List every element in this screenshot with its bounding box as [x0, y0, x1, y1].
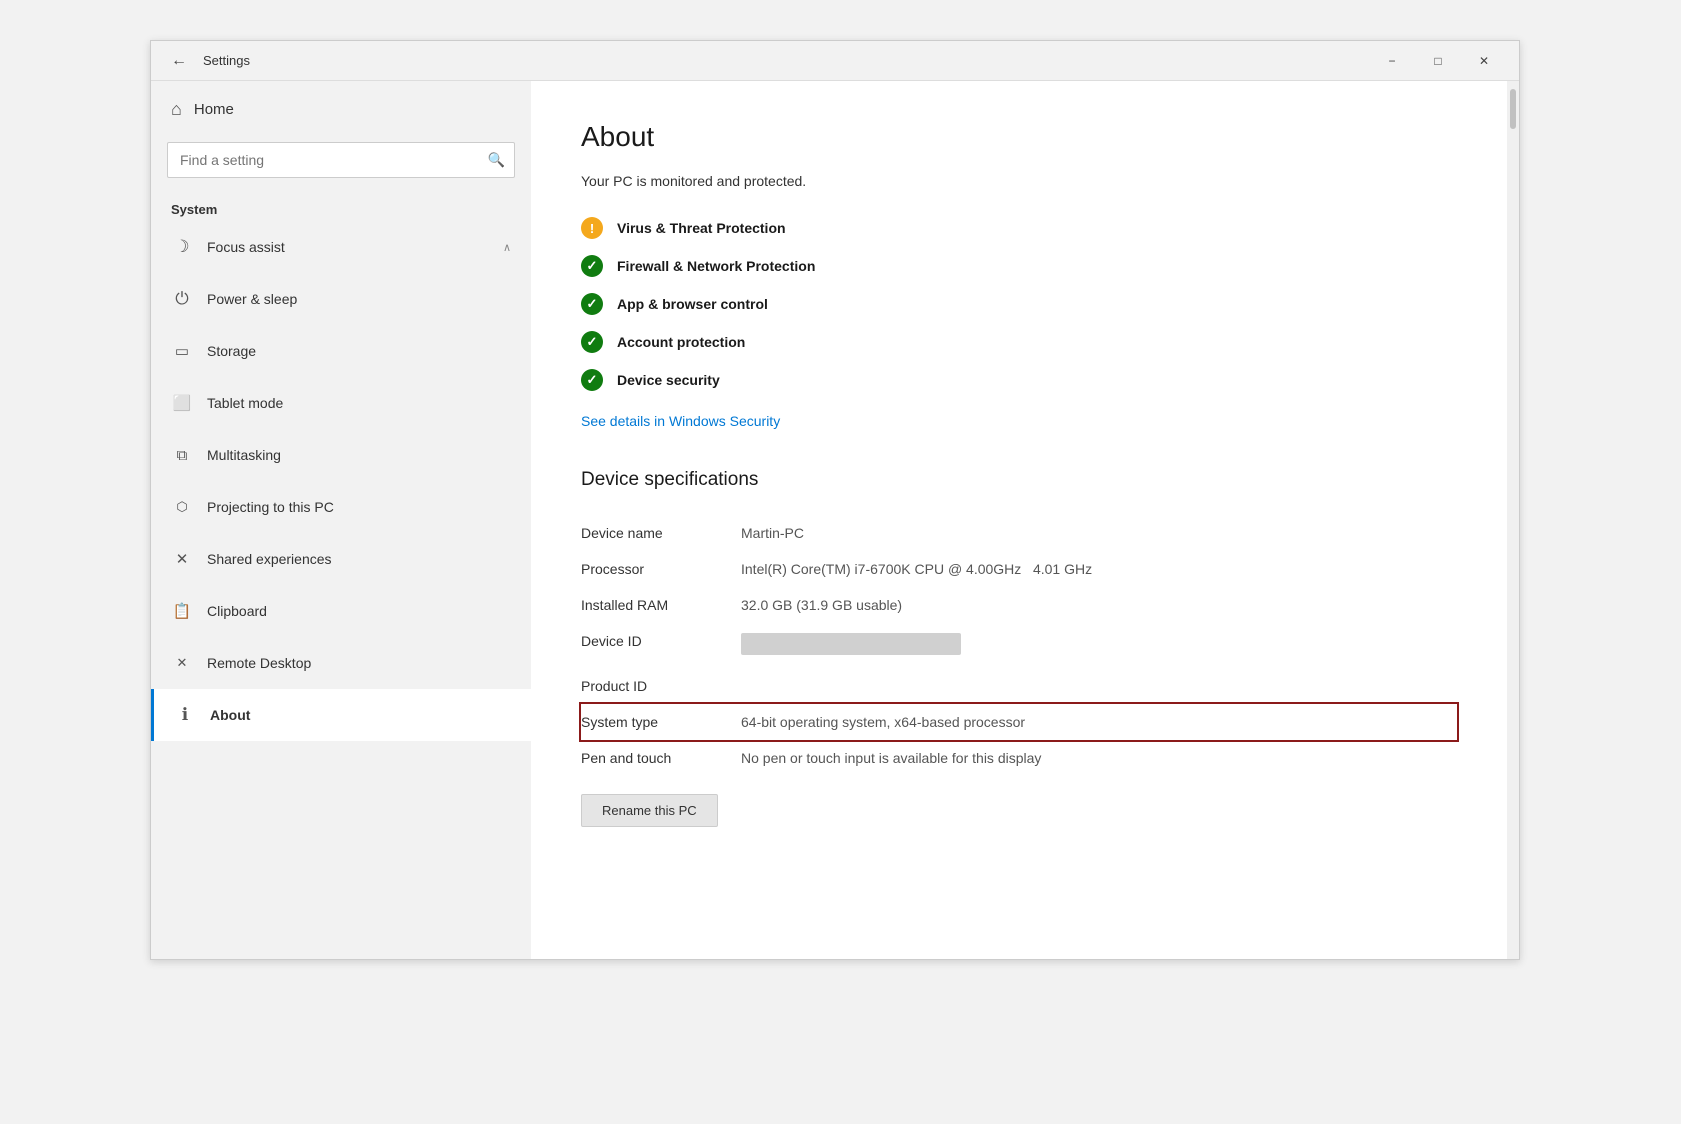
power-sleep-label: Power & sleep — [207, 291, 511, 307]
spec-row-device-name: Device name Martin-PC — [581, 515, 1457, 551]
sidebar-item-remote-desktop[interactable]: ✕ Remote Desktop — [151, 637, 531, 689]
projecting-icon: ⬡ — [171, 499, 193, 515]
search-box: 🔍 — [167, 142, 515, 178]
close-button[interactable]: ✕ — [1461, 45, 1507, 77]
spec-label-ram: Installed RAM — [581, 587, 741, 623]
clipboard-label: Clipboard — [207, 603, 511, 619]
ok-icon-firewall: ✓ — [581, 255, 603, 277]
sidebar-item-storage[interactable]: ▭ Storage — [151, 325, 531, 377]
storage-icon: ▭ — [171, 342, 193, 360]
window-controls: − □ ✕ — [1369, 45, 1507, 77]
sidebar-item-multitasking[interactable]: ⧉ Multitasking — [151, 429, 531, 481]
main-content: About Your PC is monitored and protected… — [531, 81, 1507, 959]
shared-experiences-icon: ✕ — [171, 550, 193, 568]
protection-item-virus: ! Virus & Threat Protection — [581, 209, 1457, 247]
spec-label-device-id: Device ID — [581, 623, 741, 668]
spec-label-pen-touch: Pen and touch — [581, 740, 741, 776]
focus-assist-icon: ☽ — [171, 237, 193, 257]
tablet-mode-icon: ⬜ — [171, 394, 193, 412]
spec-label-system-type: System type — [581, 704, 741, 740]
spec-value-processor: Intel(R) Core(TM) i7-6700K CPU @ 4.00GHz… — [741, 551, 1457, 587]
projecting-label: Projecting to this PC — [207, 499, 511, 515]
spec-row-device-id: Device ID — [581, 623, 1457, 668]
spec-label-device-name: Device name — [581, 515, 741, 551]
remote-desktop-label: Remote Desktop — [207, 655, 511, 671]
system-section-label: System — [151, 194, 531, 221]
spec-value-system-type: 64-bit operating system, x64-based proce… — [741, 704, 1457, 740]
device-security-label: Device security — [617, 372, 720, 388]
ok-icon-device: ✓ — [581, 369, 603, 391]
spec-label-processor: Processor — [581, 551, 741, 587]
page-title: About — [581, 121, 1457, 153]
window-title: Settings — [203, 53, 1369, 68]
minimize-button[interactable]: − — [1369, 45, 1415, 77]
titlebar: ← Settings − □ ✕ — [151, 41, 1519, 81]
subtitle: Your PC is monitored and protected. — [581, 173, 1457, 189]
sidebar-item-power-sleep[interactable]: ⏻ Power & sleep — [151, 273, 531, 325]
home-label: Home — [194, 101, 234, 118]
spec-row-product-id: Product ID — [581, 668, 1457, 704]
search-input[interactable] — [167, 142, 515, 178]
multitasking-icon: ⧉ — [171, 447, 193, 464]
remote-desktop-icon: ✕ — [171, 655, 193, 671]
spec-value-device-name: Martin-PC — [741, 515, 1457, 551]
shared-experiences-label: Shared experiences — [207, 551, 511, 567]
about-label: About — [210, 707, 511, 723]
warn-icon: ! — [581, 217, 603, 239]
content-area: ⌂ Home 🔍 System ☽ Focus assist ∧ ⏻ Power… — [151, 81, 1519, 959]
scrollbar-thumb[interactable] — [1510, 89, 1516, 129]
protection-item-app-browser: ✓ App & browser control — [581, 285, 1457, 323]
sidebar-item-focus-assist[interactable]: ☽ Focus assist ∧ — [151, 221, 531, 273]
account-protection-label: Account protection — [617, 334, 745, 350]
spec-label-product-id: Product ID — [581, 668, 741, 704]
spec-row-processor: Processor Intel(R) Core(TM) i7-6700K CPU… — [581, 551, 1457, 587]
app-browser-label: App & browser control — [617, 296, 768, 312]
rename-button[interactable]: Rename this PC — [581, 794, 718, 827]
multitasking-label: Multitasking — [207, 447, 511, 463]
redacted-device-id — [741, 633, 961, 655]
sidebar: ⌂ Home 🔍 System ☽ Focus assist ∧ ⏻ Power… — [151, 81, 531, 959]
home-icon: ⌂ — [171, 99, 182, 120]
spec-value-pen-touch: No pen or touch input is available for t… — [741, 740, 1457, 776]
ok-icon-account: ✓ — [581, 331, 603, 353]
spec-value-product-id — [741, 668, 1457, 704]
maximize-button[interactable]: □ — [1415, 45, 1461, 77]
virus-label: Virus & Threat Protection — [617, 220, 786, 236]
protection-list: ! Virus & Threat Protection ✓ Firewall &… — [581, 209, 1457, 399]
sidebar-item-clipboard[interactable]: 📋 Clipboard — [151, 585, 531, 637]
storage-label: Storage — [207, 343, 511, 359]
power-sleep-icon: ⏻ — [171, 289, 193, 309]
protection-item-firewall: ✓ Firewall & Network Protection — [581, 247, 1457, 285]
focus-assist-label: Focus assist — [207, 239, 489, 255]
back-button[interactable]: ← — [163, 45, 195, 77]
device-specs-heading: Device specifications — [581, 469, 1457, 491]
about-icon: ℹ — [174, 705, 196, 725]
clipboard-icon: 📋 — [171, 602, 193, 620]
scrollbar-track[interactable] — [1507, 81, 1519, 959]
specs-table: Device name Martin-PC Processor Intel(R)… — [581, 515, 1457, 776]
sidebar-item-tablet-mode[interactable]: ⬜ Tablet mode — [151, 377, 531, 429]
tablet-mode-label: Tablet mode — [207, 395, 511, 411]
security-link[interactable]: See details in Windows Security — [581, 413, 780, 429]
sidebar-item-projecting[interactable]: ⬡ Projecting to this PC — [151, 481, 531, 533]
spec-value-ram: 32.0 GB (31.9 GB usable) — [741, 587, 1457, 623]
protection-item-device-security: ✓ Device security — [581, 361, 1457, 399]
spec-row-ram: Installed RAM 32.0 GB (31.9 GB usable) — [581, 587, 1457, 623]
spec-row-system-type: System type 64-bit operating system, x64… — [581, 704, 1457, 740]
protection-item-account: ✓ Account protection — [581, 323, 1457, 361]
sidebar-item-about[interactable]: ℹ About — [151, 689, 531, 741]
firewall-label: Firewall & Network Protection — [617, 258, 815, 274]
sidebar-item-home[interactable]: ⌂ Home — [151, 81, 531, 138]
spec-row-pen-touch: Pen and touch No pen or touch input is a… — [581, 740, 1457, 776]
ok-icon-app: ✓ — [581, 293, 603, 315]
focus-assist-chevron: ∧ — [503, 241, 511, 254]
sidebar-item-shared-experiences[interactable]: ✕ Shared experiences — [151, 533, 531, 585]
spec-value-device-id — [741, 623, 1457, 668]
